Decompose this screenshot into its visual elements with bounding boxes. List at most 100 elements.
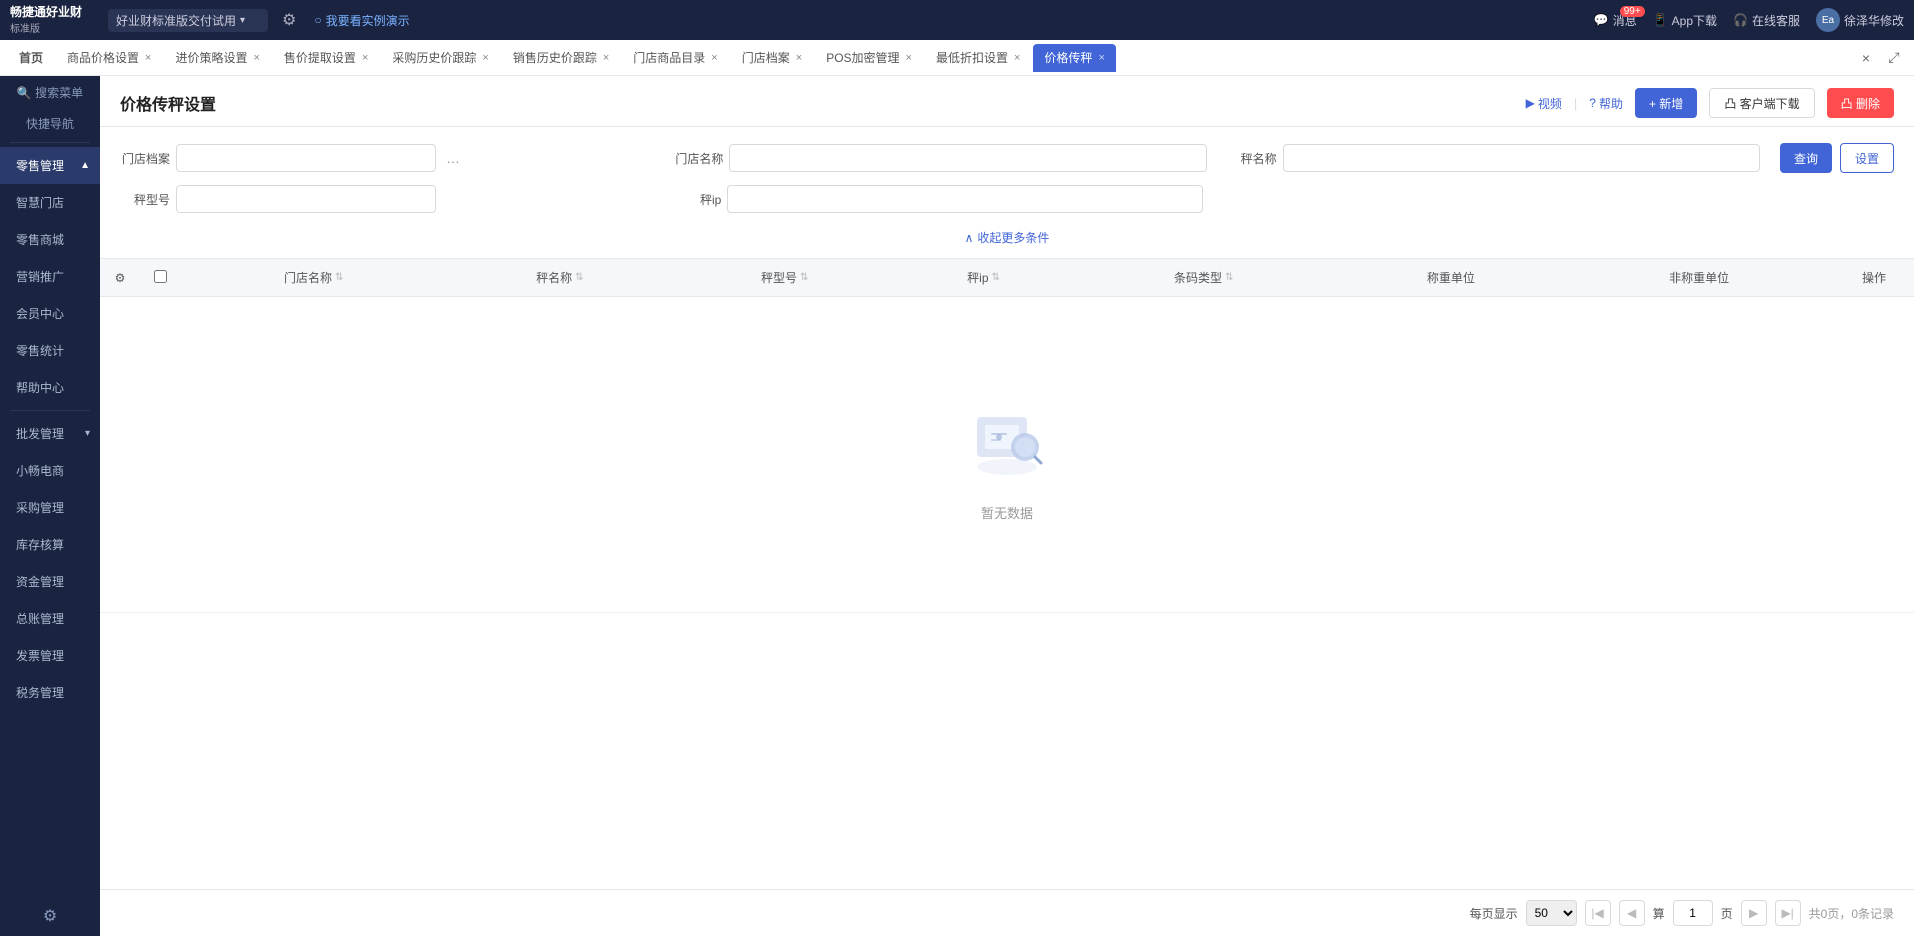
close-icon[interactable]: ×: [603, 52, 609, 64]
tab-product-price[interactable]: 商品价格设置 ×: [56, 44, 162, 72]
top-bar: 畅捷通好业财 标准版 好业财标准版交付试用 ▾ ⚙ ○ 我要看实例演示 💬 消息…: [0, 0, 1914, 40]
sidebar-item-retail-mall[interactable]: 零售商城: [0, 221, 100, 258]
form-item-scale-model: 秤型号: [120, 185, 651, 213]
total-info: 共0页，0条记录: [1809, 905, 1894, 922]
gear-icon[interactable]: ⚙: [43, 908, 57, 925]
table-checkbox-header[interactable]: [140, 259, 180, 297]
close-icon[interactable]: ×: [253, 52, 259, 64]
sidebar-search[interactable]: 🔍 搜索菜单: [0, 76, 100, 109]
sidebar-quick-nav[interactable]: 快捷导航: [0, 109, 100, 138]
sidebar-item-inventory[interactable]: 库存核算: [0, 526, 100, 563]
collapse-row: ∧ 收起更多条件: [120, 225, 1894, 250]
sidebar-item-finance[interactable]: 资金管理: [0, 563, 100, 600]
sort-icon: ⇅: [1225, 272, 1233, 283]
close-icon[interactable]: ×: [362, 52, 368, 64]
version-selector[interactable]: 好业财标准版交付试用 ▾: [108, 9, 268, 32]
message-badge: 99+: [1620, 6, 1645, 17]
page-header: 价格传秤设置 ▶ 视频 | ? 帮助 + 新增 凸 客户端下载 凸: [100, 76, 1914, 127]
close-icon[interactable]: ×: [1098, 52, 1104, 64]
table-header-store-name[interactable]: 门店名称⇅: [180, 259, 447, 297]
tab-purchase-strategy[interactable]: 进价策略设置 ×: [164, 44, 270, 72]
form-item-scale-ip: 秤ip: [671, 185, 1202, 213]
add-button[interactable]: + 新增: [1635, 88, 1697, 118]
sidebar-item-invoice[interactable]: 发票管理: [0, 637, 100, 674]
close-icon[interactable]: ×: [711, 52, 717, 64]
more-options-icon[interactable]: …: [446, 150, 460, 166]
scale-model-input[interactable]: [176, 185, 436, 213]
scale-model-label: 秤型号: [120, 191, 170, 208]
chevron-down-icon: ▾: [240, 15, 245, 26]
close-icon[interactable]: ×: [482, 52, 488, 64]
sidebar-item-ledger[interactable]: 总账管理: [0, 600, 100, 637]
last-page-button[interactable]: ▶|: [1775, 900, 1801, 926]
collapse-button[interactable]: ∧ 收起更多条件: [965, 229, 1050, 246]
scale-name-input[interactable]: [1283, 144, 1760, 172]
sidebar-item-wholesale[interactable]: 批发管理 ▾: [0, 415, 100, 452]
tab-price-scale[interactable]: 价格传秤 ×: [1033, 44, 1115, 72]
per-page-select[interactable]: 10 20 50 100: [1526, 900, 1577, 926]
table-header-barcode-type[interactable]: 条码类型⇅: [1070, 259, 1337, 297]
close-icon[interactable]: ×: [145, 52, 151, 64]
table-container: ⚙ 门店名称⇅ 秤名称⇅ 秤型号⇅: [100, 259, 1914, 889]
close-tab-button[interactable]: ×: [1854, 46, 1878, 70]
close-icon[interactable]: ×: [1014, 52, 1020, 64]
message-button[interactable]: 💬 消息 99+: [1594, 12, 1637, 29]
tab-sale-extract[interactable]: 售价提取设置 ×: [273, 44, 379, 72]
tab-sale-history[interactable]: 销售历史价跟踪 ×: [502, 44, 620, 72]
next-page-button[interactable]: ▶: [1741, 900, 1767, 926]
delete-button[interactable]: 凸 删除: [1827, 88, 1894, 118]
maximize-tab-button[interactable]: ⤢: [1882, 46, 1906, 70]
close-icon[interactable]: ×: [906, 52, 912, 64]
select-all-checkbox[interactable]: [154, 270, 167, 283]
help-link[interactable]: ? 帮助: [1589, 95, 1623, 112]
table-gear-header[interactable]: ⚙: [100, 259, 140, 297]
close-icon[interactable]: ×: [796, 52, 802, 64]
scale-ip-input[interactable]: [727, 185, 1202, 213]
tab-store-catalog[interactable]: 门店商品目录 ×: [622, 44, 728, 72]
tab-pos-manage[interactable]: POS加密管理 ×: [815, 44, 923, 72]
table-header-scale-model[interactable]: 秤型号⇅: [672, 259, 897, 297]
sidebar-item-member[interactable]: 会员中心: [0, 295, 100, 332]
sidebar-item-retail[interactable]: 零售管理 ▲: [0, 147, 100, 184]
sidebar-separator-2: [10, 410, 90, 411]
user-menu[interactable]: Ea 徐泽华修改: [1816, 8, 1904, 32]
sidebar-item-retail-stats[interactable]: 零售统计: [0, 332, 100, 369]
sidebar-item-ecommerce[interactable]: 小畅电商: [0, 452, 100, 489]
sidebar-item-marketing[interactable]: 营销推广: [0, 258, 100, 295]
download-button[interactable]: 凸 客户端下载: [1709, 88, 1814, 118]
online-service-button[interactable]: 🎧 在线客服: [1733, 12, 1800, 29]
empty-state: 暂无数据: [108, 307, 1906, 602]
sidebar-footer: ⚙: [0, 896, 100, 936]
video-link[interactable]: ▶ 视频: [1526, 95, 1562, 112]
tab-bar: 首页 商品价格设置 × 进价策略设置 × 售价提取设置 × 采购历史价跟踪 × …: [0, 40, 1914, 76]
table-header-scale-name[interactable]: 秤名称⇅: [447, 259, 672, 297]
query-button[interactable]: 查询: [1780, 143, 1832, 173]
sidebar-item-tax[interactable]: 税务管理: [0, 674, 100, 711]
sort-icon: ⇅: [335, 272, 343, 283]
settings-icon[interactable]: ⚙: [276, 8, 302, 32]
form-item-store-name: 门店名称: [673, 144, 1206, 172]
top-right-actions: 💬 消息 99+ 📱 App下载 🎧 在线客服 Ea 徐泽华修改: [1594, 8, 1904, 32]
store-name-input[interactable]: [729, 144, 1206, 172]
content-area: 价格传秤设置 ▶ 视频 | ? 帮助 + 新增 凸 客户端下载 凸: [100, 76, 1914, 936]
sidebar-item-purchase[interactable]: 采购管理: [0, 489, 100, 526]
sidebar-item-help-center[interactable]: 帮助中心: [0, 369, 100, 406]
tab-store-archive[interactable]: 门店档案 ×: [731, 44, 813, 72]
table-header-scale-ip[interactable]: 秤ip⇅: [897, 259, 1070, 297]
tab-min-discount[interactable]: 最低折扣设置 ×: [925, 44, 1031, 72]
sidebar-item-smart-store[interactable]: 智慧门店: [0, 184, 100, 221]
sort-icon: ⇅: [992, 272, 1000, 283]
tab-home[interactable]: 首页: [8, 44, 54, 72]
page-number-input[interactable]: 1: [1673, 900, 1713, 926]
first-page-button[interactable]: |◀: [1585, 900, 1611, 926]
store-archive-input[interactable]: [176, 144, 436, 172]
search-icon: 🔍: [17, 86, 32, 100]
empty-state-cell: 暂无数据: [100, 297, 1914, 613]
prev-page-button[interactable]: ◀: [1619, 900, 1645, 926]
demo-link[interactable]: ○ 我要看实例演示: [314, 12, 409, 29]
app-download-button[interactable]: 📱 App下载: [1653, 12, 1717, 29]
tab-purchase-history[interactable]: 采购历史价跟踪 ×: [381, 44, 499, 72]
settings-button[interactable]: 设置: [1840, 143, 1894, 173]
action-buttons: 查询 设置: [1780, 143, 1894, 173]
tab-controls: × ⤢: [1854, 46, 1906, 70]
